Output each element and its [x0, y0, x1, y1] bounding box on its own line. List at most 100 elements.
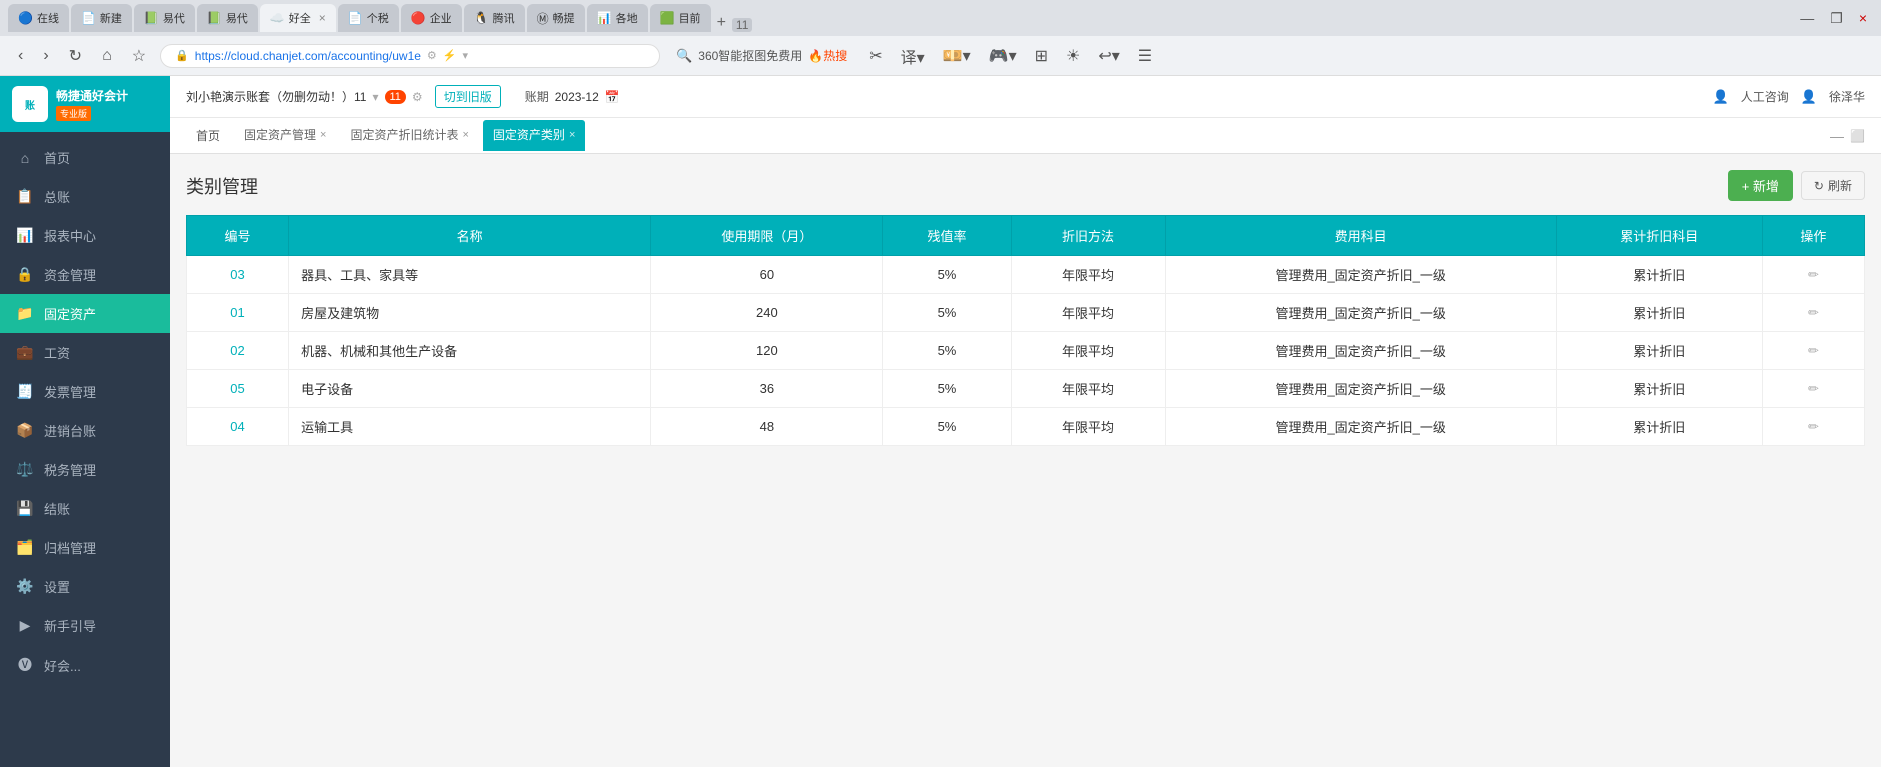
sidebar-item-ledger[interactable]: 📋 总账 — [0, 177, 170, 216]
tab-expand-icon[interactable]: ⬜ — [1850, 129, 1865, 143]
row2-edit-icon[interactable]: ✏ — [1808, 343, 1819, 358]
period-label: 账期 — [525, 88, 549, 105]
browser-tab-1[interactable]: 🔵 在线 — [8, 4, 69, 32]
row3-code[interactable]: 05 — [187, 370, 289, 408]
sidebar-item-payroll[interactable]: 💼 工资 — [0, 333, 170, 372]
page-tab-category[interactable]: 固定资产类别 × — [483, 120, 585, 151]
tab-label-9: 畅提 — [553, 10, 575, 26]
tab-close-depreciation[interactable]: × — [462, 129, 468, 141]
row2-code[interactable]: 02 — [187, 332, 289, 370]
browser-tab-2[interactable]: 📄 新建 — [71, 4, 132, 32]
row4-code[interactable]: 04 — [187, 408, 289, 446]
sidebar-label-funds: 资金管理 — [44, 265, 96, 284]
row3-edit-icon[interactable]: ✏ — [1808, 381, 1819, 396]
forward-button[interactable]: › — [37, 45, 54, 67]
sidebar-item-more[interactable]: 🅥 好会... — [0, 645, 170, 685]
browser-tab-6[interactable]: 📄 个税 — [338, 4, 399, 32]
url-bar[interactable]: 🔒 https://cloud.chanjet.com/accounting/u… — [160, 44, 660, 68]
tab-close-fixed-mgmt[interactable]: × — [320, 129, 326, 141]
bookmark-button[interactable]: ☆ — [126, 44, 152, 68]
browser-toolbar-right: ✂ 译▾ 💴▾ 🎮▾ ⊞ ☀ ↩▾ ☰ — [863, 42, 1158, 70]
undo-button[interactable]: ↩▾ — [1092, 44, 1125, 68]
sidebar-item-home[interactable]: ⌂ 首页 — [0, 138, 170, 177]
sidebar-item-inventory[interactable]: 📦 进销台账 — [0, 411, 170, 450]
sidebar-item-reports[interactable]: 📊 报表中心 — [0, 216, 170, 255]
grid-button[interactable]: ⊞ — [1029, 44, 1054, 68]
table-row: 01 房屋及建筑物 240 5% 年限平均 管理费用_固定资产折旧_一级 累计折… — [187, 294, 1865, 332]
period-info: 账期 2023-12 📅 — [525, 88, 620, 105]
logo-text-area: 畅捷通好会计 专业版 — [56, 87, 128, 121]
sidebar-item-tax[interactable]: ⚖️ 税务管理 — [0, 450, 170, 489]
tab-close-5[interactable]: × — [319, 11, 326, 25]
tab-count-badge: 11 — [732, 18, 752, 32]
row1-edit-icon[interactable]: ✏ — [1808, 305, 1819, 320]
new-tab-button[interactable]: + — [713, 14, 730, 32]
table-row: 02 机器、机械和其他生产设备 120 5% 年限平均 管理费用_固定资产折旧_… — [187, 332, 1865, 370]
reload-button[interactable]: ↻ — [63, 44, 88, 68]
closing-icon: 💾 — [16, 500, 34, 517]
company-info: 刘小艳演示账套（勿删勿动！）11 ▾ 11 ⚙ — [186, 88, 423, 105]
data-table: 编号 名称 使用期限（月） 残值率 折旧方法 费用科目 累计折旧科目 操作 03 — [186, 215, 1865, 446]
page-tab-home[interactable]: 首页 — [186, 121, 230, 150]
sidebar-nav: ⌂ 首页 📋 总账 📊 报表中心 🔒 资金管理 📁 固定资产 💼 工资 — [0, 132, 170, 767]
add-button[interactable]: + 新增 — [1728, 170, 1793, 201]
sidebar-item-fixed-assets[interactable]: 📁 固定资产 — [0, 294, 170, 333]
browser-tab-11[interactable]: 🟩 目前 — [650, 4, 711, 32]
refresh-button[interactable]: ↻ 刷新 — [1801, 171, 1865, 200]
tab-close-category[interactable]: × — [569, 129, 575, 141]
page-tab-fixed-assets-management[interactable]: 固定资产管理 × — [234, 120, 336, 151]
app-header: 刘小艳演示账套（勿删勿动！）11 ▾ 11 ⚙ 切到旧版 账期 2023-12 … — [170, 76, 1881, 118]
sidebar-label-ledger: 总账 — [44, 187, 70, 206]
table-body: 03 器具、工具、家具等 60 5% 年限平均 管理费用_固定资产折旧_一级 累… — [187, 256, 1865, 446]
minimize-button[interactable]: — — [1794, 8, 1820, 28]
row1-period: 240 — [651, 294, 883, 332]
row0-residual: 5% — [883, 256, 1011, 294]
translate-button[interactable]: 译▾ — [895, 42, 931, 70]
row0-period: 60 — [651, 256, 883, 294]
dropdown-arrow[interactable]: ▾ — [372, 90, 378, 104]
ai-consult-label[interactable]: 人工咨询 — [1741, 88, 1789, 105]
notification-badge: 11 — [385, 90, 406, 104]
col-header-expense: 费用科目 — [1165, 216, 1556, 256]
content-header: 类别管理 + 新增 ↻ 刷新 — [186, 170, 1865, 201]
browser-tab-3[interactable]: 📗 易代 — [134, 4, 195, 32]
sidebar-label-tax: 税务管理 — [44, 460, 96, 479]
sidebar-item-closing[interactable]: 💾 结账 — [0, 489, 170, 528]
browser-tab-8[interactable]: 🐧 腾讯 — [464, 4, 525, 32]
browser-tab-5[interactable]: ☁️ 好全 × — [260, 4, 336, 32]
restore-button[interactable]: ❐ — [1824, 8, 1849, 29]
row0-code[interactable]: 03 — [187, 256, 289, 294]
invoice-icon: 🧾 — [16, 383, 34, 400]
row0-edit-icon[interactable]: ✏ — [1808, 267, 1819, 282]
table-row: 03 器具、工具、家具等 60 5% 年限平均 管理费用_固定资产折旧_一级 累… — [187, 256, 1865, 294]
close-button[interactable]: × — [1853, 8, 1873, 28]
sidebar-item-guide[interactable]: ▶ 新手引导 — [0, 606, 170, 645]
browser-tab-7[interactable]: 🔴 企业 — [401, 4, 462, 32]
sidebar-item-funds[interactable]: 🔒 资金管理 — [0, 255, 170, 294]
settings-gear-icon[interactable]: ⚙ — [412, 90, 423, 104]
row1-code[interactable]: 01 — [187, 294, 289, 332]
row4-edit-icon[interactable]: ✏ — [1808, 419, 1819, 434]
home-button[interactable]: ⌂ — [96, 45, 118, 67]
page-tab-depreciation[interactable]: 固定资产折旧统计表 × — [340, 120, 478, 151]
game-button[interactable]: 🎮▾ — [983, 44, 1023, 68]
scissors-button[interactable]: ✂ — [863, 44, 888, 68]
sidebar-item-invoice[interactable]: 🧾 发票管理 — [0, 372, 170, 411]
sidebar-item-settings[interactable]: ⚙️ 设置 — [0, 567, 170, 606]
sidebar-item-archive[interactable]: 🗂️ 归档管理 — [0, 528, 170, 567]
menu-button[interactable]: ☰ — [1132, 44, 1158, 68]
browser-tab-10[interactable]: 📊 各地 — [587, 4, 648, 32]
browser-tab-4[interactable]: 📗 易代 — [197, 4, 258, 32]
row0-method: 年限平均 — [1011, 256, 1165, 294]
tab-label-3: 易代 — [163, 10, 185, 26]
content-actions: + 新增 ↻ 刷新 — [1728, 170, 1865, 201]
brightness-button[interactable]: ☀ — [1060, 44, 1086, 68]
calendar-icon[interactable]: 📅 — [605, 90, 620, 104]
currency-button[interactable]: 💴▾ — [937, 44, 977, 68]
browser-tab-9[interactable]: Ⓜ 畅提 — [527, 4, 585, 32]
row1-name: 房屋及建筑物 — [289, 294, 651, 332]
switch-version-button[interactable]: 切到旧版 — [435, 85, 501, 108]
tab-minimize-icon[interactable]: — — [1830, 128, 1844, 144]
sidebar-label-closing: 结账 — [44, 499, 70, 518]
back-button[interactable]: ‹ — [12, 45, 29, 67]
